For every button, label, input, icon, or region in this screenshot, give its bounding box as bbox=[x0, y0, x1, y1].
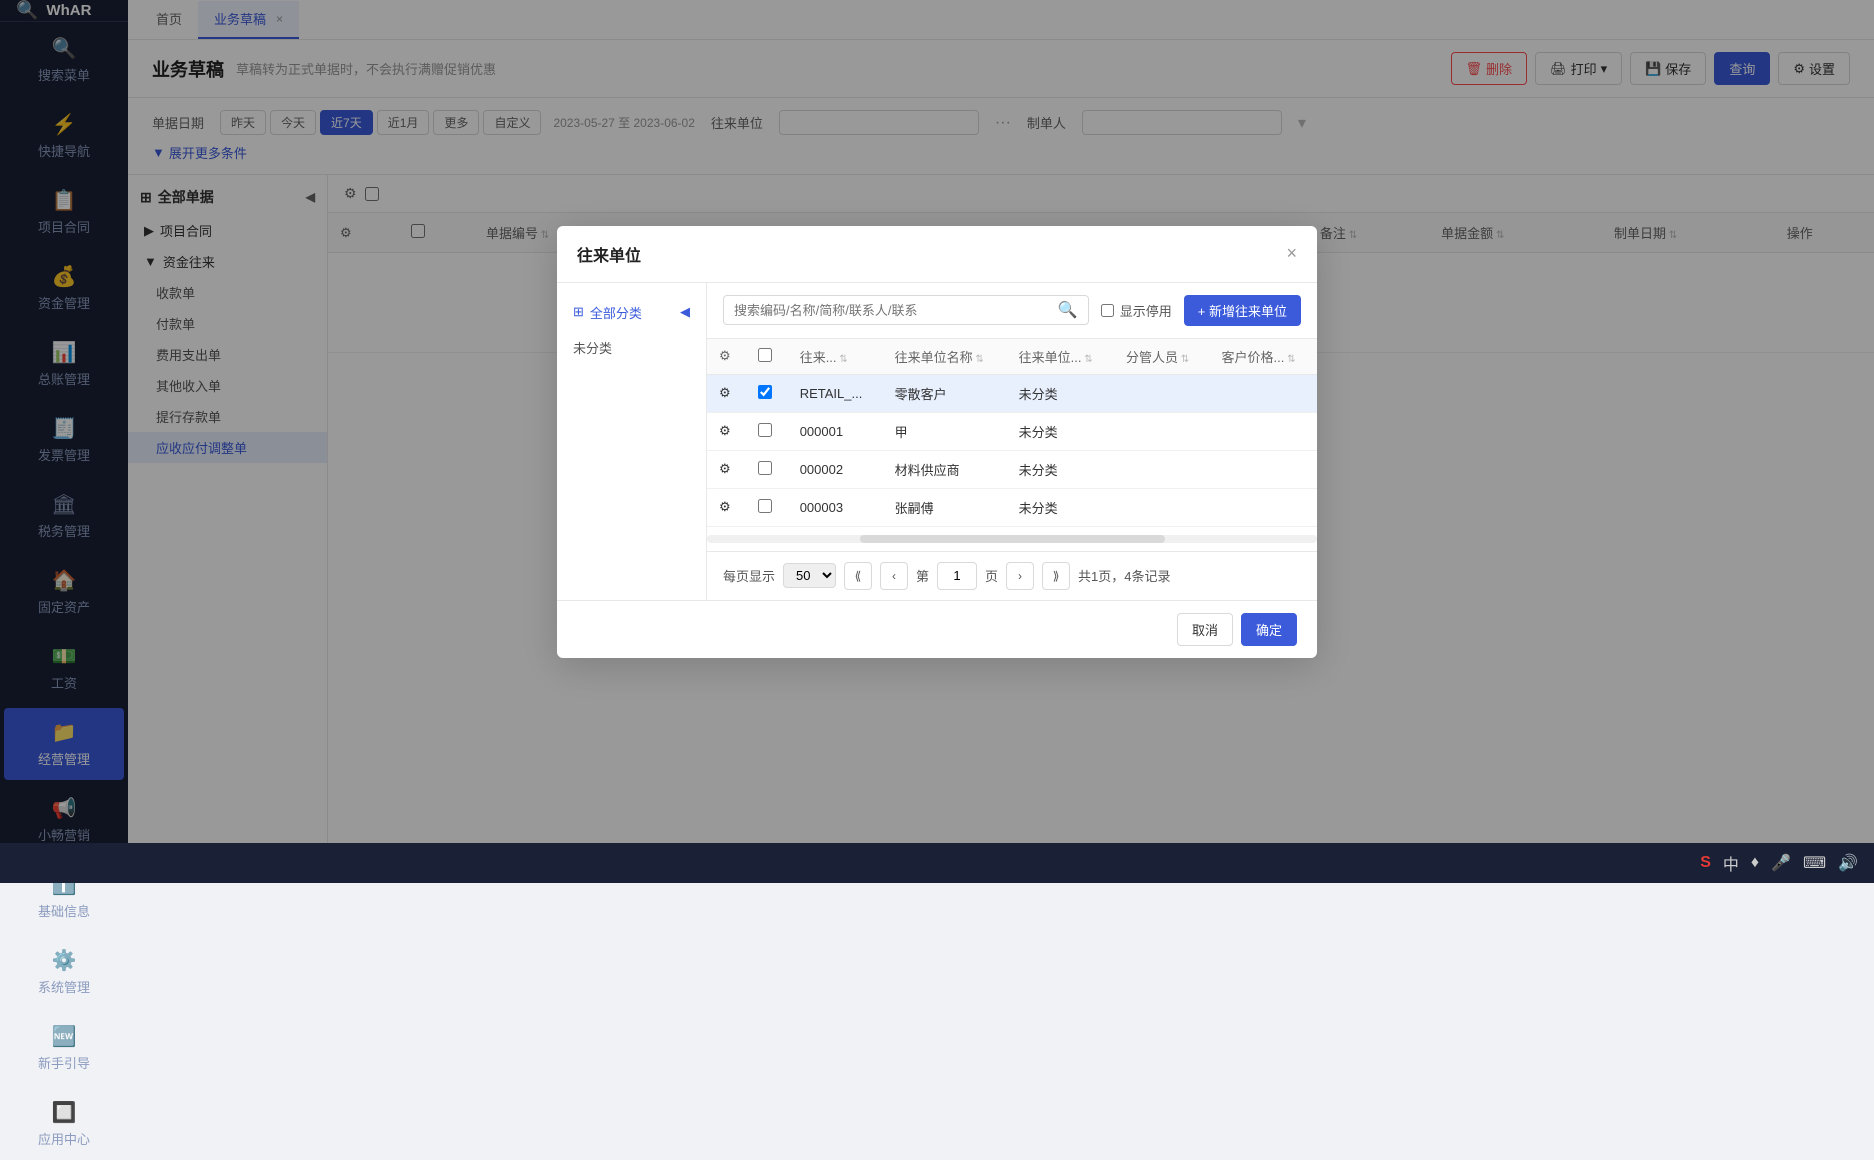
row-manager bbox=[1114, 412, 1210, 450]
dialog-page-size-select[interactable]: 50 bbox=[783, 563, 836, 588]
row-manager bbox=[1114, 488, 1210, 526]
sidebar-item-label: 应用中心 bbox=[38, 1129, 90, 1148]
dialog-title: 往来单位 bbox=[577, 242, 641, 266]
row-settings[interactable]: ⚙ bbox=[707, 412, 746, 450]
row-name: 甲 bbox=[883, 412, 1007, 450]
show-inactive-toggle[interactable]: 显示停用 bbox=[1101, 301, 1172, 320]
row-checkbox[interactable] bbox=[746, 450, 788, 488]
grid-icon-sm: ⊞ bbox=[573, 304, 584, 320]
row-name: 张嗣傅 bbox=[883, 488, 1007, 526]
row-name: 材料供应商 bbox=[883, 450, 1007, 488]
dcol-settings[interactable]: ⚙ bbox=[707, 339, 746, 375]
system-icon: ⚙️ bbox=[52, 948, 77, 973]
sidebar-item-guide[interactable]: 🆕 新手引导 bbox=[4, 1012, 124, 1084]
taskbar-mic-icon[interactable]: 🎤 bbox=[1771, 853, 1791, 873]
dialog-search-input[interactable] bbox=[734, 303, 1052, 318]
sidebar-item-label: 新手引导 bbox=[38, 1053, 90, 1072]
confirm-button[interactable]: 确定 bbox=[1241, 613, 1297, 646]
dialog-table: ⚙ 往来... 往来单位名称 往来单位... 分管人员 客户价格... ⚙ bbox=[707, 339, 1317, 527]
dialog-main: 🔍 显示停用 + 新增往来单位 ⚙ bbox=[707, 283, 1317, 600]
show-inactive-checkbox[interactable] bbox=[1101, 304, 1114, 317]
dialog-toolbar: 🔍 显示停用 + 新增往来单位 bbox=[707, 283, 1317, 339]
row-manager bbox=[1114, 450, 1210, 488]
add-partner-btn[interactable]: + 新增往来单位 bbox=[1184, 295, 1301, 326]
row-checkbox[interactable] bbox=[746, 412, 788, 450]
page-label: 页 bbox=[985, 566, 998, 585]
next-page-btn[interactable]: › bbox=[1006, 562, 1034, 590]
pagination: 每页显示 50 ⟪ ‹ 第 页 › ⟫ 共1页，4条记录 bbox=[723, 562, 1171, 590]
row-price bbox=[1210, 374, 1317, 412]
taskbar-logo: S bbox=[1700, 854, 1711, 872]
dcol-manager[interactable]: 分管人员 bbox=[1114, 339, 1210, 375]
last-page-btn[interactable]: ⟫ bbox=[1042, 562, 1070, 590]
row-price bbox=[1210, 450, 1317, 488]
row-checkbox-input[interactable] bbox=[758, 461, 772, 475]
row-settings[interactable]: ⚙ bbox=[707, 374, 746, 412]
row-settings[interactable]: ⚙ bbox=[707, 450, 746, 488]
row-category: 未分类 bbox=[1007, 488, 1114, 526]
dialog-footer: 每页显示 50 ⟪ ‹ 第 页 › ⟫ 共1页，4条记录 bbox=[707, 551, 1317, 600]
row-code: RETAIL_... bbox=[788, 374, 883, 412]
dcol-price[interactable]: 客户价格... bbox=[1210, 339, 1317, 375]
row-checkbox[interactable] bbox=[746, 374, 788, 412]
row-code: 000002 bbox=[788, 450, 883, 488]
sidebar-item-label: 基础信息 bbox=[38, 901, 90, 920]
current-page-input[interactable] bbox=[937, 562, 977, 590]
row-settings[interactable]: ⚙ bbox=[707, 488, 746, 526]
partner-dialog: 往来单位 × ⊞ 全部分类 ◀ 未分类 bbox=[557, 226, 1317, 658]
dcol-name[interactable]: 往来单位名称 bbox=[883, 339, 1007, 375]
row-code: 000003 bbox=[788, 488, 883, 526]
guide-icon: 🆕 bbox=[52, 1024, 77, 1049]
dialog-body: ⊞ 全部分类 ◀ 未分类 🔍 显示停用 bbox=[557, 283, 1317, 600]
dcol-code[interactable]: 往来... bbox=[788, 339, 883, 375]
first-page-btn[interactable]: ⟪ bbox=[844, 562, 872, 590]
row-checkbox-input[interactable] bbox=[758, 385, 772, 399]
dialog-actions: 取消 确定 bbox=[557, 600, 1317, 658]
row-category: 未分类 bbox=[1007, 412, 1114, 450]
dcol-checkbox[interactable] bbox=[746, 339, 788, 375]
dialog-table-row[interactable]: ⚙ 000001 甲 未分类 bbox=[707, 412, 1317, 450]
cancel-button[interactable]: 取消 bbox=[1177, 613, 1233, 646]
taskbar-zh-icon[interactable]: 中 bbox=[1723, 851, 1739, 875]
row-category: 未分类 bbox=[1007, 374, 1114, 412]
row-code: 000001 bbox=[788, 412, 883, 450]
sidebar-item-appstore[interactable]: 🔲 应用中心 bbox=[4, 1088, 124, 1160]
row-manager bbox=[1114, 374, 1210, 412]
search-icon: 🔍 bbox=[1058, 300, 1078, 320]
dialog-header: 往来单位 × bbox=[557, 226, 1317, 283]
page-number-label: 第 bbox=[916, 566, 929, 585]
dialog-sidebar-all[interactable]: ⊞ 全部分类 ◀ bbox=[557, 295, 706, 330]
prev-page-btn[interactable]: ‹ bbox=[880, 562, 908, 590]
dialog-close-btn[interactable]: × bbox=[1286, 243, 1297, 264]
row-price bbox=[1210, 412, 1317, 450]
dialog-table-row[interactable]: ⚙ 000002 材料供应商 未分类 bbox=[707, 450, 1317, 488]
dialog-table-wrap: ⚙ 往来... 往来单位名称 往来单位... 分管人员 客户价格... ⚙ bbox=[707, 339, 1317, 551]
page-size-text: 每页显示 bbox=[723, 566, 775, 585]
row-price bbox=[1210, 488, 1317, 526]
dialog-table-row[interactable]: ⚙ 000003 张嗣傅 未分类 bbox=[707, 488, 1317, 526]
taskbar: S 中 ♦ 🎤 ⌨ 🔊 bbox=[0, 843, 1874, 883]
dialog-table-row[interactable]: ⚙ RETAIL_... 零散客户 未分类 bbox=[707, 374, 1317, 412]
taskbar-volume-icon[interactable]: 🔊 bbox=[1838, 853, 1858, 873]
row-category: 未分类 bbox=[1007, 450, 1114, 488]
total-text: 共1页，4条记录 bbox=[1078, 566, 1170, 585]
dcol-category[interactable]: 往来单位... bbox=[1007, 339, 1114, 375]
dialog-sidebar: ⊞ 全部分类 ◀ 未分类 bbox=[557, 283, 707, 600]
dialog-scrollbar-thumb bbox=[860, 535, 1165, 543]
dialog-scrollbar[interactable] bbox=[707, 535, 1317, 543]
taskbar-diamond-icon[interactable]: ♦ bbox=[1751, 854, 1759, 872]
row-name: 零散客户 bbox=[883, 374, 1007, 412]
dialog-search-box[interactable]: 🔍 bbox=[723, 295, 1089, 325]
dcol-checkbox-all[interactable] bbox=[758, 348, 772, 362]
collapse-icon: ◀ bbox=[680, 304, 690, 320]
sidebar-item-label: 系统管理 bbox=[38, 977, 90, 996]
taskbar-keyboard-icon[interactable]: ⌨ bbox=[1803, 853, 1826, 873]
dialog-overlay[interactable]: 往来单位 × ⊞ 全部分类 ◀ 未分类 bbox=[0, 0, 1874, 883]
dialog-sidebar-uncategorized[interactable]: 未分类 bbox=[557, 330, 706, 365]
row-checkbox-input[interactable] bbox=[758, 499, 772, 513]
sidebar-item-system[interactable]: ⚙️ 系统管理 bbox=[4, 936, 124, 1008]
row-checkbox[interactable] bbox=[746, 488, 788, 526]
row-checkbox-input[interactable] bbox=[758, 423, 772, 437]
appstore-icon: 🔲 bbox=[52, 1100, 77, 1125]
